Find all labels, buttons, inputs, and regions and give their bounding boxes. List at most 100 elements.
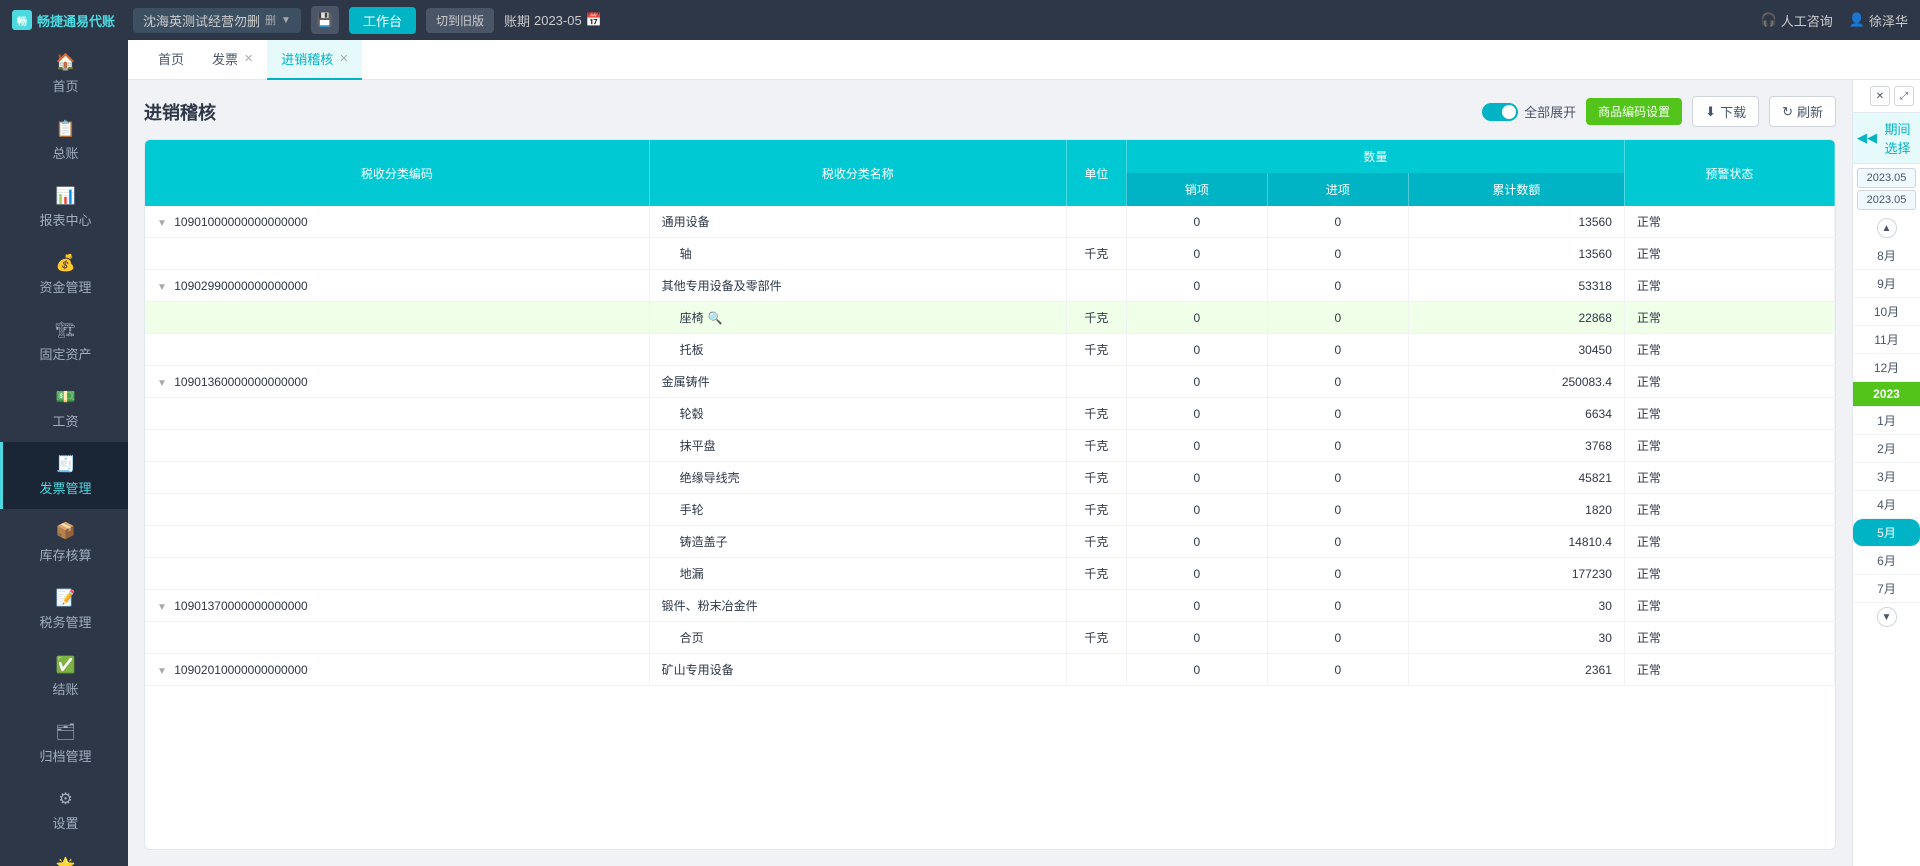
- sidebar-item-reports[interactable]: 📊 报表中心: [0, 174, 128, 241]
- tab-reconcile[interactable]: 进销稽核 ✕: [267, 40, 362, 80]
- row-total-6: 6634: [1408, 398, 1624, 430]
- row-purchase-2: 0: [1267, 270, 1408, 302]
- top-bar: 畅 畅捷通易代账 沈海英测试经营勿删 删 ▼ 💾 工作台 切到旧版 账期 202…: [0, 0, 1920, 40]
- row-sales-10: 0: [1126, 526, 1267, 558]
- sidebar-item-invoices[interactable]: 🧾 发票管理: [0, 442, 128, 509]
- calendar-icon[interactable]: 📅: [586, 12, 602, 28]
- refresh-button[interactable]: ↻ 刷新: [1769, 96, 1836, 127]
- row-total-1: 13560: [1408, 238, 1624, 270]
- row-total-12: 30: [1408, 590, 1624, 622]
- row-sales-14: 0: [1126, 654, 1267, 686]
- sidebar-item-guide[interactable]: 🌟 新手引导: [0, 844, 128, 866]
- row-code-14: ▼ 10902010000000000000: [145, 654, 649, 686]
- period-month-4[interactable]: 4月: [1853, 491, 1920, 519]
- sidebar-item-tax[interactable]: 📝 税务管理: [0, 576, 128, 643]
- collapse-icon-0[interactable]: ▼: [157, 218, 167, 229]
- collapse-icon-12[interactable]: ▼: [157, 602, 167, 613]
- sidebar-item-settings[interactable]: ⚙ 设置: [0, 777, 128, 844]
- period-top-rows: 2023.05 2023.05: [1853, 164, 1920, 214]
- sidebar-item-settlement[interactable]: ✅ 结账: [0, 643, 128, 710]
- row-unit-12: [1066, 590, 1126, 622]
- row-total-13: 30: [1408, 622, 1624, 654]
- main-layout: 🏠 首页 📋 总账 📊 报表中心 💰 资金管理 🏗 固定资产 💵 工资 🧾 发票…: [0, 40, 1920, 866]
- sidebar-item-inventory[interactable]: 📦 库存核算: [0, 509, 128, 576]
- row-name-5: 金属铸件: [649, 366, 1066, 398]
- row-alert-3: 正常: [1624, 302, 1834, 334]
- company-selector[interactable]: 沈海英测试经营勿删 删 ▼: [133, 8, 301, 33]
- period-month-7[interactable]: 7月: [1853, 575, 1920, 603]
- sidebar-item-archive[interactable]: 🗂 归档管理: [0, 710, 128, 777]
- period-header[interactable]: ◀◀ 期间选择: [1853, 113, 1920, 164]
- page-header: 进销稽核 全部展开 商品编码设置 ⬇ 下载: [144, 96, 1836, 127]
- switch-version-button[interactable]: 切到旧版: [426, 8, 494, 33]
- toggle-track[interactable]: [1482, 103, 1518, 121]
- tab-home[interactable]: 首页: [144, 40, 198, 80]
- company-dropdown-icon[interactable]: ▼: [281, 15, 291, 26]
- period-month-2[interactable]: 2月: [1853, 435, 1920, 463]
- row-alert-0: 正常: [1624, 206, 1834, 238]
- period-month-3[interactable]: 3月: [1853, 463, 1920, 491]
- period-month-12[interactable]: 12月: [1853, 354, 1920, 382]
- download-button[interactable]: ⬇ 下载: [1692, 96, 1759, 127]
- sidebar-item-home[interactable]: 🏠 首页: [0, 40, 128, 107]
- row-code-13: [145, 622, 649, 654]
- company-delete-icon[interactable]: 删: [265, 12, 276, 28]
- workbench-button[interactable]: 工作台: [349, 7, 416, 34]
- collapse-icon-14[interactable]: ▼: [157, 666, 167, 677]
- sidebar-item-settlement-label: 结账: [52, 679, 78, 698]
- collapse-icon-5[interactable]: ▼: [157, 378, 167, 389]
- row-purchase-3: 0: [1267, 302, 1408, 334]
- app-name: 畅捷通易代账: [37, 11, 115, 30]
- sidebar-item-payroll[interactable]: 💵 工资: [0, 375, 128, 442]
- row-code-5: ▼ 10901360000000000000: [145, 366, 649, 398]
- row-code-3: [145, 302, 649, 334]
- period-month-8[interactable]: 8月: [1853, 242, 1920, 270]
- period-month-5[interactable]: 5月: [1853, 519, 1920, 547]
- period-nav-up: ▲: [1853, 214, 1920, 242]
- assets-icon: 🏗: [55, 320, 75, 340]
- row-purchase-12: 0: [1267, 590, 1408, 622]
- period-header-label: 期间选择: [1879, 119, 1916, 157]
- row-unit-13: 千克: [1066, 622, 1126, 654]
- period-top-row-2[interactable]: 2023.05: [1857, 190, 1916, 210]
- row-purchase-5: 0: [1267, 366, 1408, 398]
- period-month-6[interactable]: 6月: [1853, 547, 1920, 575]
- tab-invoices[interactable]: 发票 ✕: [198, 40, 267, 80]
- collapse-icon-2[interactable]: ▼: [157, 282, 167, 293]
- th-purchase: 进项: [1267, 173, 1408, 206]
- row-alert-12: 正常: [1624, 590, 1834, 622]
- row-alert-2: 正常: [1624, 270, 1834, 302]
- close-panel-button[interactable]: ✕: [1870, 86, 1890, 106]
- period-up-button[interactable]: ▲: [1877, 218, 1897, 238]
- row-sales-5: 0: [1126, 366, 1267, 398]
- support-button[interactable]: 🎧 人工咨询: [1761, 11, 1833, 30]
- row-alert-4: 正常: [1624, 334, 1834, 366]
- row-code-11: [145, 558, 649, 590]
- row-total-5: 250083.4: [1408, 366, 1624, 398]
- period-display: 账期 2023-05 📅: [504, 11, 602, 30]
- tab-invoices-close[interactable]: ✕: [244, 52, 253, 65]
- sidebar-item-funds[interactable]: 💰 资金管理: [0, 241, 128, 308]
- tab-reconcile-close[interactable]: ✕: [339, 52, 348, 65]
- period-top-row-1[interactable]: 2023.05: [1857, 168, 1916, 188]
- row-alert-9: 正常: [1624, 494, 1834, 526]
- period-month-10[interactable]: 10月: [1853, 298, 1920, 326]
- period-month-9[interactable]: 9月: [1853, 270, 1920, 298]
- row-total-9: 1820: [1408, 494, 1624, 526]
- row-unit-8: 千克: [1066, 462, 1126, 494]
- expand-toggle[interactable]: 全部展开: [1482, 102, 1576, 121]
- save-button[interactable]: 💾: [311, 6, 339, 34]
- download-label: 下载: [1720, 102, 1746, 121]
- period-month-1[interactable]: 1月: [1853, 407, 1920, 435]
- home-icon: 🏠: [56, 52, 76, 72]
- expand-panel-button[interactable]: ⤢: [1894, 86, 1914, 106]
- row-sales-7: 0: [1126, 430, 1267, 462]
- sidebar-item-assets[interactable]: 🏗 固定资产: [0, 308, 128, 375]
- period-month-11[interactable]: 11月: [1853, 326, 1920, 354]
- search-icon-3[interactable]: 🔍: [708, 311, 723, 325]
- sidebar-item-ledger[interactable]: 📋 总账: [0, 107, 128, 174]
- user-profile[interactable]: 👤 徐泽华: [1849, 11, 1908, 30]
- row-code-1: [145, 238, 649, 270]
- product-code-settings-button[interactable]: 商品编码设置: [1586, 98, 1682, 125]
- period-down-button[interactable]: ▼: [1877, 607, 1897, 627]
